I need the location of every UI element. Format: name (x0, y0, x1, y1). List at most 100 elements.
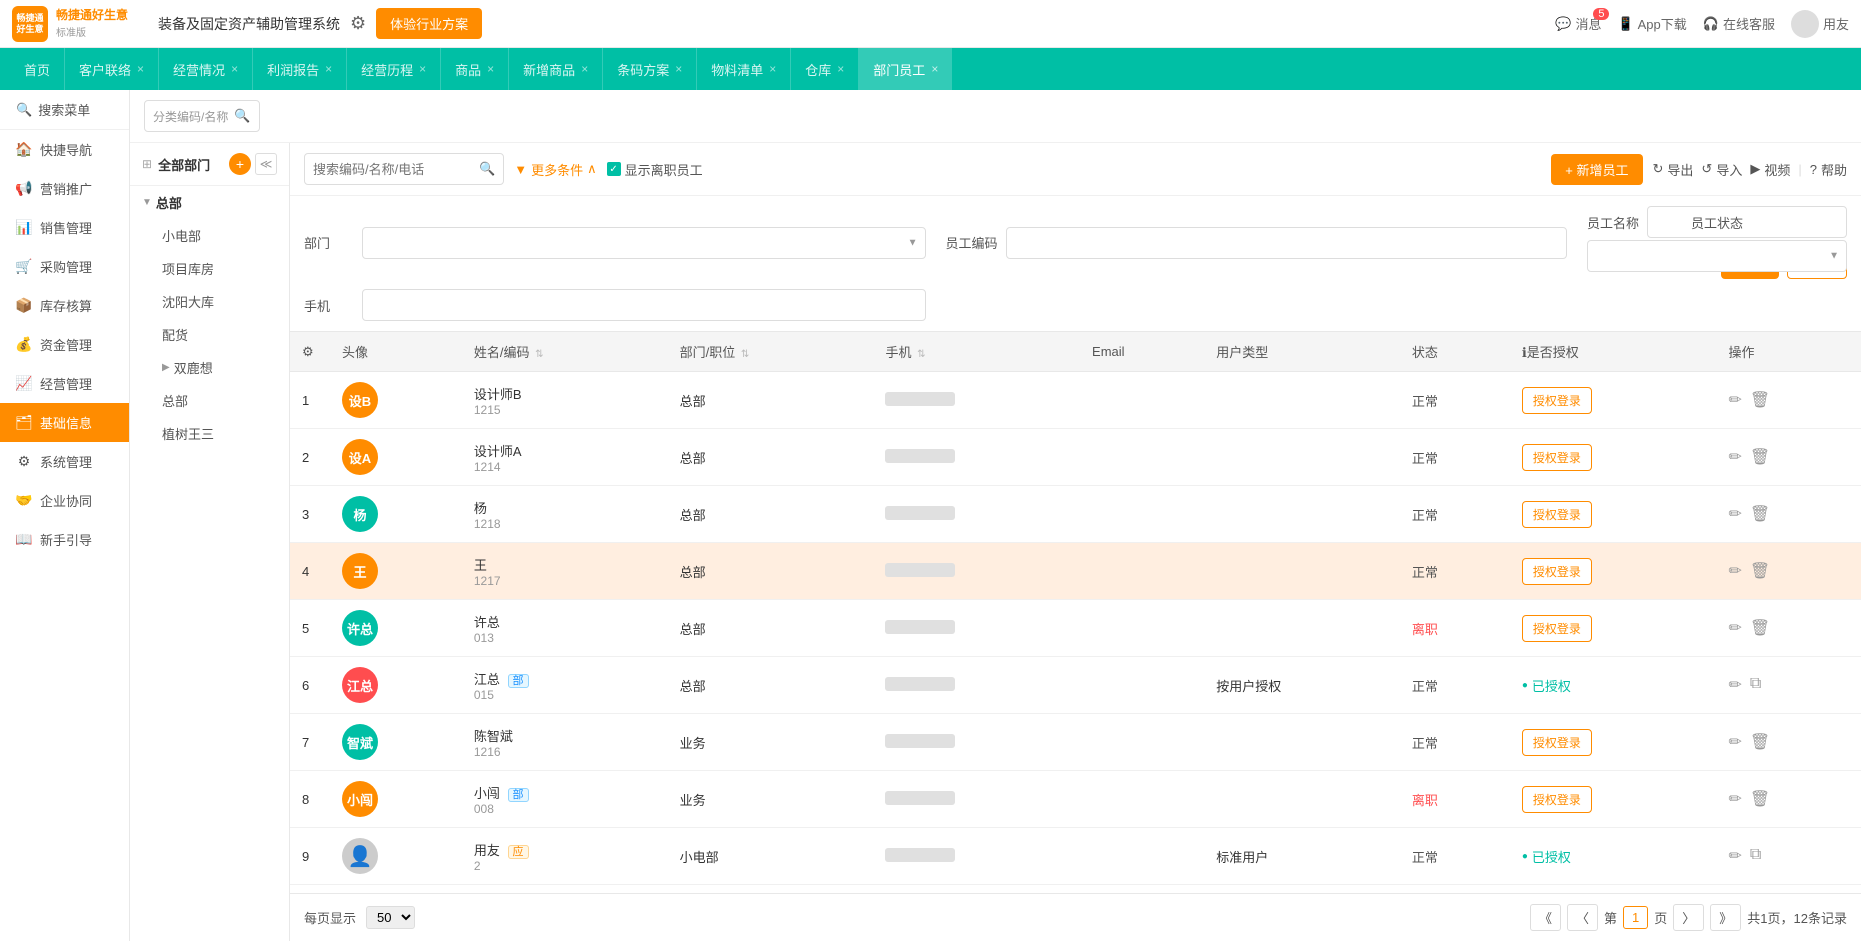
message-action[interactable]: 💬 消息 5 (1555, 14, 1601, 33)
close-icon[interactable]: × (419, 62, 426, 76)
row-status: 离职 (1400, 771, 1510, 828)
employee-search-input[interactable] (313, 162, 473, 177)
edit-icon[interactable]: ✏ (1728, 846, 1741, 866)
tab-history[interactable]: 经营历程 × (347, 48, 441, 90)
close-icon[interactable]: × (931, 62, 938, 76)
auth-login-button[interactable]: 授权登录 (1522, 615, 1592, 642)
collapse-icon[interactable]: ≪ (255, 153, 277, 175)
tab-bom[interactable]: 物料清单 × (697, 48, 791, 90)
online-service-action[interactable]: 🎧 在线客服 (1703, 14, 1775, 33)
show-resigned-toggle[interactable]: ✓ 显示离职员工 (607, 160, 703, 179)
user-action[interactable]: 用友 (1791, 10, 1849, 38)
employee-search-box[interactable]: 🔍 (304, 153, 504, 185)
auth-login-button[interactable]: 授权登录 (1522, 729, 1592, 756)
close-icon[interactable]: × (769, 62, 776, 76)
dept-node-peihuo[interactable]: 配货 (150, 318, 289, 351)
close-icon[interactable]: × (581, 62, 588, 76)
auth-login-button[interactable]: 授权登录 (1522, 501, 1592, 528)
sidebar-item-marketing[interactable]: 📢 营销推广 (0, 169, 129, 208)
more-filter-btn[interactable]: ▼ 更多条件 ∧ (514, 160, 596, 179)
delete-icon[interactable]: 🗑 (1750, 390, 1770, 410)
close-icon[interactable]: × (675, 62, 682, 76)
delete-icon[interactable]: 🗑 (1750, 561, 1770, 581)
sidebar-item-collab[interactable]: 🤝 企业协同 (0, 481, 129, 520)
next-page-button[interactable]: 〉 (1673, 904, 1704, 931)
delete-icon[interactable]: 🗑 (1750, 504, 1770, 524)
phone-input[interactable] (362, 289, 926, 321)
tab-warehouse[interactable]: 仓库 × (791, 48, 859, 90)
tab-new-goods[interactable]: 新增商品 × (509, 48, 603, 90)
auth-login-button[interactable]: 授权登录 (1522, 387, 1592, 414)
per-page-select[interactable]: 50 (366, 906, 415, 929)
tab-operation[interactable]: 经营情况 × (159, 48, 253, 90)
edit-icon[interactable]: ✏ (1728, 390, 1741, 410)
delete-icon[interactable]: 🗑 (1750, 732, 1770, 752)
sidebar-item-sales[interactable]: 📊 销售管理 (0, 208, 129, 247)
dept-node-project[interactable]: 项目库房 (150, 252, 289, 285)
tab-employees[interactable]: 部门员工 × (859, 48, 952, 90)
dept-select-wrapper[interactable]: ▼ (362, 227, 926, 259)
import-btn[interactable]: ↺ 导入 (1701, 160, 1742, 179)
auth-login-button[interactable]: 授权登录 (1522, 444, 1592, 471)
close-icon[interactable]: × (837, 62, 844, 76)
close-icon[interactable]: × (325, 62, 332, 76)
edit-icon[interactable]: ✏ (1728, 675, 1741, 695)
add-employee-button[interactable]: + 新增员工 (1551, 154, 1642, 185)
sidebar-item-inventory[interactable]: 📦 库存核算 (0, 286, 129, 325)
dept-node-zhishu[interactable]: 植树王三 (150, 417, 289, 450)
search-box[interactable]: 分类编码/名称 🔍 (144, 100, 260, 132)
table-row: 6 江总 江总 部015 总部 按用户授权 正常 已授权 ✏⧉ (290, 657, 1861, 714)
dept-node-xiaodibu[interactable]: 小电部 (150, 219, 289, 252)
edit-icon[interactable]: ✏ (1728, 447, 1741, 467)
tab-customer[interactable]: 客户联络 × (65, 48, 159, 90)
sidebar-item-basicinfo[interactable]: 🗂 基础信息 (0, 403, 129, 442)
close-icon[interactable]: × (487, 62, 494, 76)
auth-login-button[interactable]: 授权登录 (1522, 558, 1592, 585)
close-icon[interactable]: × (137, 62, 144, 76)
tab-barcode[interactable]: 条码方案 × (603, 48, 697, 90)
delete-icon[interactable]: 🗑 (1750, 447, 1770, 467)
sidebar-search[interactable]: 🔍 搜索菜单 (0, 90, 129, 130)
export-btn[interactable]: ↻ 导出 (1653, 160, 1694, 179)
sidebar-item-bizmanage[interactable]: 📈 经营管理 (0, 364, 129, 403)
dept-node-zongbu[interactable]: 总部 (150, 384, 289, 417)
sidebar-item-newguide[interactable]: 📖 新手引导 (0, 520, 129, 559)
last-page-button[interactable]: 》 (1710, 904, 1741, 931)
status-select-wrapper[interactable]: ▼ (1587, 240, 1847, 272)
system-settings-icon[interactable]: ⚙ (350, 13, 366, 34)
tab-goods[interactable]: 商品 × (441, 48, 509, 90)
sidebar-item-finance[interactable]: 💰 资金管理 (0, 325, 129, 364)
edit-icon[interactable]: ✏ (1728, 618, 1741, 638)
tab-home[interactable]: 首页 (10, 48, 65, 90)
prev-page-button[interactable]: 〈 (1567, 904, 1598, 931)
avatar: 智斌 (342, 724, 378, 760)
sidebar-item-sysmanage[interactable]: ⚙ 系统管理 (0, 442, 129, 481)
auth-login-button[interactable]: 授权登录 (1522, 786, 1592, 813)
delete-icon[interactable]: 🗑 (1750, 789, 1770, 809)
delete-icon[interactable]: 🗑 (1750, 618, 1770, 638)
copy-icon[interactable]: ⧉ (1750, 846, 1761, 866)
dept-node-shenyang[interactable]: 沈阳大库 (150, 285, 289, 318)
help-btn[interactable]: ? 帮助 (1810, 160, 1847, 179)
dept-filter-select[interactable] (362, 227, 926, 259)
close-icon[interactable]: × (231, 62, 238, 76)
copy-icon[interactable]: ⧉ (1750, 675, 1761, 695)
status-filter-select[interactable] (1587, 240, 1847, 272)
edit-icon[interactable]: ✏ (1728, 789, 1741, 809)
tab-profit[interactable]: 利润报告 × (253, 48, 347, 90)
add-dept-icon[interactable]: + (229, 153, 251, 175)
edit-icon[interactable]: ✏ (1728, 732, 1741, 752)
sidebar-item-quicknav[interactable]: 🏠 快捷导航 (0, 130, 129, 169)
edit-icon[interactable]: ✏ (1728, 504, 1741, 524)
dept-node-root[interactable]: ▼ 总部 (130, 186, 289, 219)
col-settings[interactable]: ⚙ (290, 332, 330, 372)
first-page-button[interactable]: 《 (1530, 904, 1561, 931)
dept-node-shuanglu[interactable]: ▶ 双鹿想 (150, 351, 289, 384)
empcode-input[interactable] (1006, 227, 1567, 259)
app-download-action[interactable]: 📱 App下载 (1617, 14, 1686, 33)
trial-button[interactable]: 体验行业方案 (376, 8, 482, 39)
view-btn[interactable]: ▶ 视频 (1750, 160, 1790, 179)
edit-icon[interactable]: ✏ (1728, 561, 1741, 581)
sidebar-item-purchase[interactable]: 🛒 采购管理 (0, 247, 129, 286)
row-dept: 总部 (668, 543, 874, 600)
